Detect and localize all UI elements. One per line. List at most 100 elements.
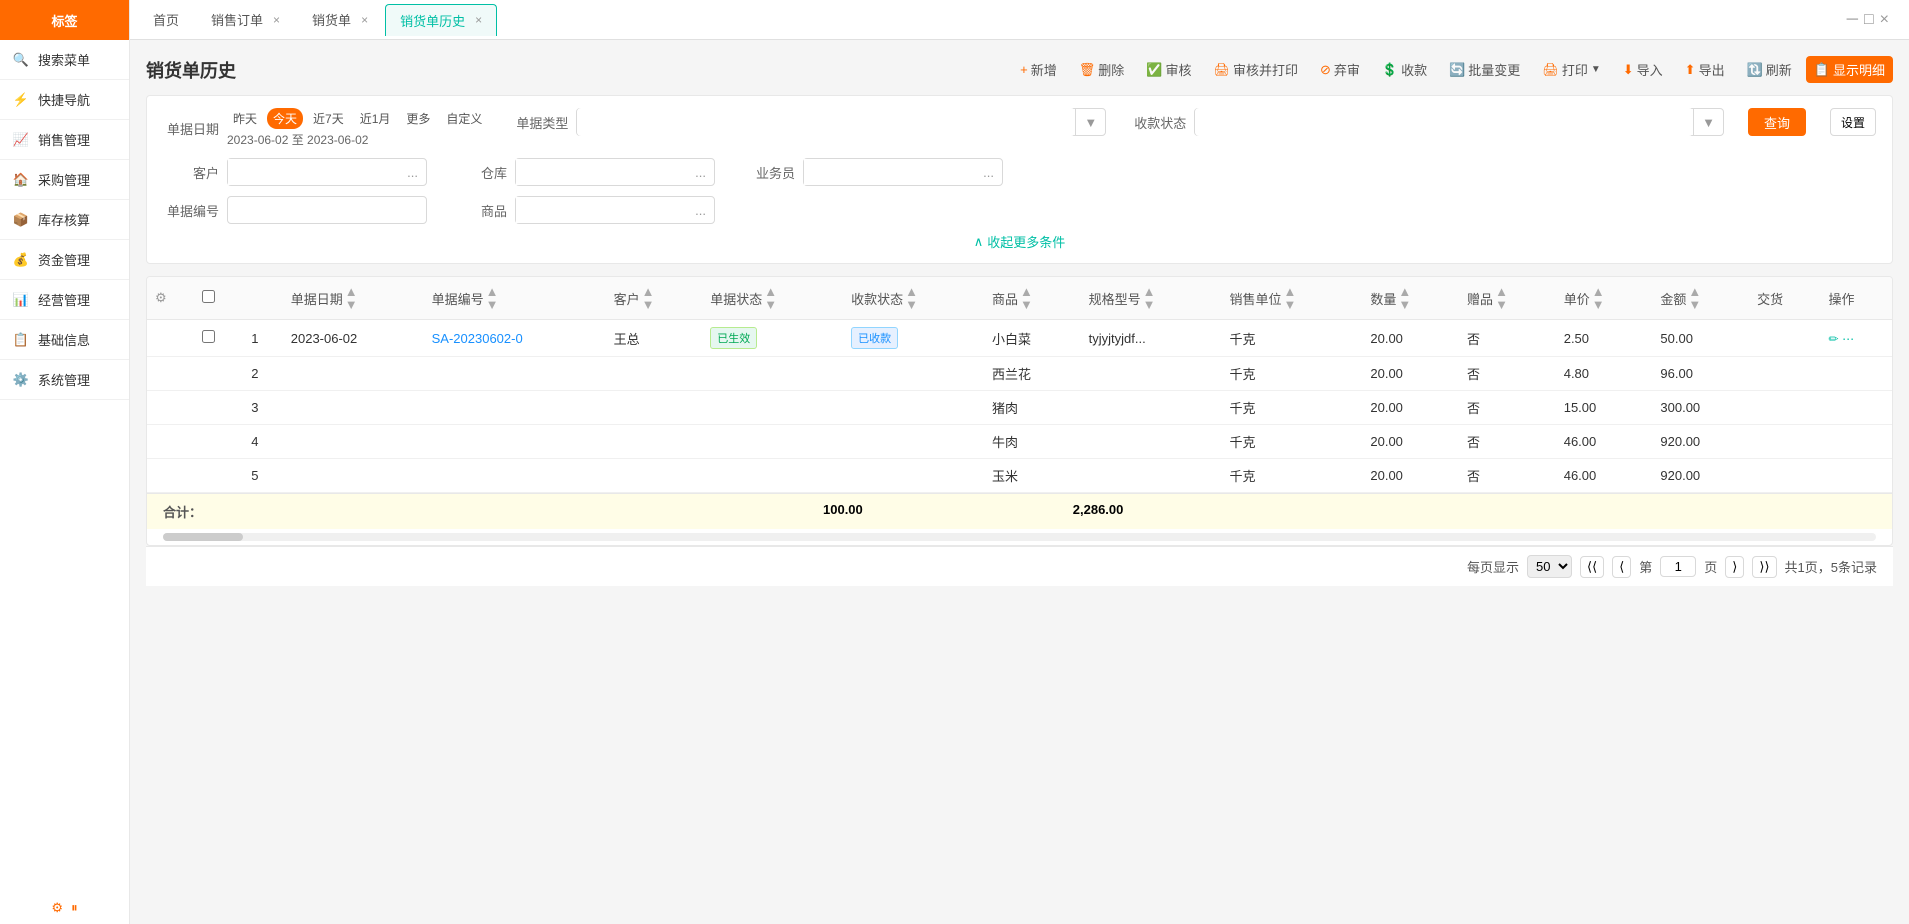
- import-icon: ⬇: [1623, 62, 1634, 78]
- collect-button[interactable]: 💲 收款: [1374, 56, 1435, 83]
- col-docstatus[interactable]: 单据状态▲▼: [702, 277, 843, 320]
- sidebar-item-basicinfo[interactable]: 📋 基础信息: [0, 320, 129, 360]
- per-page-select[interactable]: 50: [1527, 555, 1572, 578]
- col-salesunit[interactable]: 销售单位▲▼: [1222, 277, 1363, 320]
- print-button[interactable]: 🖨 打印 ▼: [1534, 56, 1608, 83]
- doc-no-link[interactable]: SA-20230602-0: [432, 331, 523, 346]
- warehouse-dots[interactable]: ...: [687, 165, 714, 180]
- import-button[interactable]: ⬇ 导入: [1615, 56, 1671, 83]
- customer-dots[interactable]: ...: [399, 165, 426, 180]
- window-close[interactable]: ×: [1880, 11, 1889, 29]
- col-amount[interactable]: 金额▲▼: [1652, 277, 1749, 320]
- goods-dots[interactable]: ...: [687, 203, 714, 218]
- col-spec[interactable]: 规格型号▲▼: [1081, 277, 1222, 320]
- filter-salesman-label: 业务员: [739, 163, 795, 182]
- window-minimize[interactable]: ─: [1847, 11, 1858, 29]
- salesman-input[interactable]: [804, 159, 975, 185]
- col-customer[interactable]: 客户▲▼: [606, 277, 703, 320]
- col-date[interactable]: 单据日期▲▼: [283, 277, 424, 320]
- tab-sales-goods[interactable]: 销货单 ×: [297, 4, 383, 36]
- tab-sales-goods-close[interactable]: ×: [361, 13, 368, 27]
- more-action[interactable]: ⋯: [1842, 332, 1854, 346]
- col-unitprice[interactable]: 单价▲▼: [1556, 277, 1653, 320]
- collectstatus-dropdown[interactable]: ▼: [1693, 109, 1723, 135]
- footer-total-amount: 2,286.00: [1073, 502, 1124, 521]
- refresh-button[interactable]: 🔃 刷新: [1739, 56, 1800, 83]
- prev-page-button[interactable]: ⟨: [1612, 556, 1631, 578]
- sidebar-item-purchase[interactable]: 🏠 采购管理: [0, 160, 129, 200]
- row-gift: 否: [1459, 357, 1556, 391]
- sidebar-item-sales[interactable]: 📈 销售管理: [0, 120, 129, 160]
- salesman-dots[interactable]: ...: [975, 165, 1002, 180]
- row-unitprice: 46.00: [1556, 459, 1653, 493]
- date-tag-today[interactable]: 今天: [267, 108, 303, 129]
- sidebar-item-quicknav[interactable]: ⚡ 快捷导航: [0, 80, 129, 120]
- export-button[interactable]: ⬆ 导出: [1677, 56, 1733, 83]
- tab-sales-history-close[interactable]: ×: [475, 13, 482, 27]
- table-settings-icon[interactable]: ⚙: [155, 290, 167, 305]
- first-page-button[interactable]: ⟨⟨: [1580, 556, 1604, 578]
- goods-input[interactable]: [516, 197, 687, 223]
- date-tag-7days[interactable]: 近7天: [307, 108, 350, 129]
- customer-input[interactable]: [228, 159, 399, 185]
- refresh-icon: 🔃: [1747, 62, 1763, 78]
- edit-action[interactable]: ✏: [1828, 332, 1838, 346]
- query-button[interactable]: 查询: [1748, 108, 1806, 136]
- review-print-button[interactable]: 🖨 审核并打印: [1205, 56, 1306, 83]
- goods-sort-arrows: ▲▼: [1020, 285, 1033, 311]
- row-select-checkbox[interactable]: [202, 330, 215, 343]
- docno-input[interactable]: [227, 196, 427, 224]
- date-tag-more[interactable]: 更多: [400, 108, 436, 129]
- row-checkbox: [194, 357, 243, 391]
- review-button[interactable]: ✅ 审核: [1138, 56, 1199, 83]
- last-page-button[interactable]: ⟩⟩: [1752, 556, 1776, 578]
- collectstatus-sort-arrows: ▲▼: [905, 285, 918, 311]
- row-settings: [147, 357, 194, 391]
- sidebar-collapse-icon[interactable]: ⏸: [71, 900, 78, 916]
- col-goods[interactable]: 商品▲▼: [984, 277, 1081, 320]
- sidebar-item-inventory[interactable]: 📦 库存核算: [0, 200, 129, 240]
- date-tag-custom[interactable]: 自定义: [440, 108, 488, 129]
- sidebar-settings-icon[interactable]: ⚙: [51, 900, 63, 916]
- tab-home[interactable]: 首页: [138, 4, 194, 36]
- next-page-button[interactable]: ⟩: [1725, 556, 1744, 578]
- delete-button[interactable]: 🗑 删除: [1071, 56, 1133, 83]
- sidebar-item-sysmgmt[interactable]: ⚙️ 系统管理: [0, 360, 129, 400]
- date-tag-1month[interactable]: 近1月: [354, 108, 397, 129]
- tab-sales-order[interactable]: 销售订单 ×: [196, 4, 295, 36]
- settings-button[interactable]: 设置: [1830, 108, 1876, 136]
- col-gift[interactable]: 赠品▲▼: [1459, 277, 1556, 320]
- col-collectstatus[interactable]: 收款状态▲▼: [843, 277, 984, 320]
- col-qty[interactable]: 数量▲▼: [1362, 277, 1459, 320]
- collect-status-badge: 已收款: [851, 327, 898, 349]
- table-header-row: ⚙ 单据日期▲▼ 单据编号▲▼ 客户▲▼ 单据状态▲▼: [147, 277, 1892, 320]
- batch-change-button[interactable]: 🔄 批量变更: [1441, 56, 1528, 83]
- row-unitprice: 2.50: [1556, 320, 1653, 357]
- doctype-input[interactable]: [577, 108, 1075, 136]
- collectstatus-input[interactable]: [1195, 108, 1693, 136]
- abandon-button[interactable]: ⊘ 弃审: [1312, 56, 1368, 83]
- collapse-button[interactable]: ∧ 收起更多条件: [974, 232, 1066, 251]
- sidebar-item-label: 销售管理: [38, 130, 90, 149]
- row-qty: 20.00: [1362, 391, 1459, 425]
- row-date: [283, 459, 424, 493]
- warehouse-input[interactable]: [516, 159, 687, 185]
- row-unitprice: 4.80: [1556, 357, 1653, 391]
- date-tag-yesterday[interactable]: 昨天: [227, 108, 263, 129]
- page-input[interactable]: [1660, 556, 1696, 577]
- tab-sales-order-close[interactable]: ×: [273, 13, 280, 27]
- doctype-dropdown[interactable]: ▼: [1075, 109, 1105, 135]
- select-all-checkbox[interactable]: [202, 290, 215, 303]
- col-docno[interactable]: 单据编号▲▼: [424, 277, 606, 320]
- new-button[interactable]: + 新增: [1012, 56, 1065, 83]
- sidebar-item-finance[interactable]: 💰 资金管理: [0, 240, 129, 280]
- table-footer: 合计： 100.00 2,286.00: [147, 493, 1892, 529]
- tab-sales-history[interactable]: 销货单历史 ×: [385, 4, 497, 36]
- show-detail-button[interactable]: 📋 显示明细: [1806, 56, 1893, 83]
- sidebar-item-operations[interactable]: 📊 经营管理: [0, 280, 129, 320]
- inventory-icon: 📦: [12, 211, 30, 229]
- horizontal-scrollbar[interactable]: [163, 533, 1876, 541]
- window-maximize[interactable]: □: [1864, 11, 1874, 29]
- sidebar-item-search[interactable]: 🔍 搜索菜单: [0, 40, 129, 80]
- sidebar-item-label: 资金管理: [38, 250, 90, 269]
